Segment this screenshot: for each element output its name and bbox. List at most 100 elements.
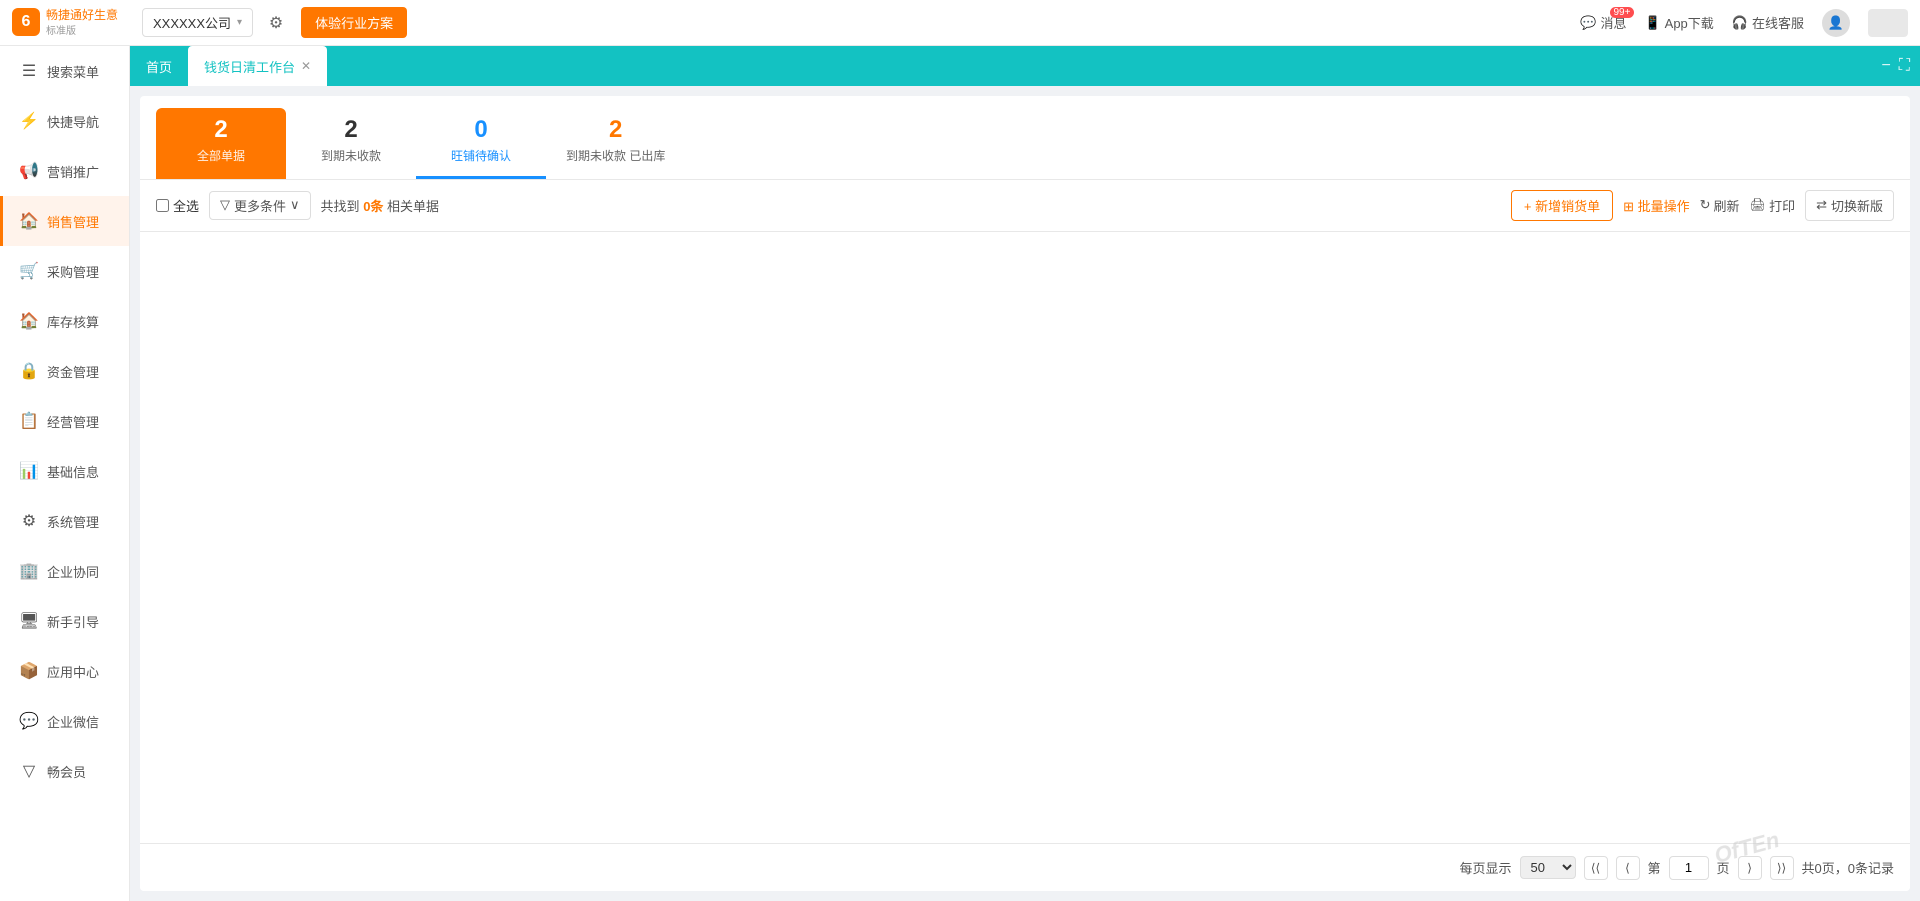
download-icon: 📱 [1644,15,1660,31]
tab-home[interactable]: 首页 [130,46,188,86]
company-name: XXXXXX公司 [153,13,231,32]
print-button[interactable]: 🖨 打印 [1750,196,1796,215]
app-download-label: App下载 [1665,13,1714,32]
stat-label-overdue-out: 到期未收款 已出库 [566,147,665,164]
sidebar-item-search[interactable]: ☰ 搜索菜单 [0,46,129,96]
sidebar-item-quicknav[interactable]: ⚡ 快捷导航 [0,96,129,146]
message-item[interactable]: 💬 消息 99+ [1580,13,1626,32]
page-size-select[interactable]: 50 10 20 100 [1520,856,1576,879]
select-all-checkbox[interactable]: 全选 [156,196,199,215]
found-suffix: 相关单据 [387,199,439,214]
sidebar-item-marketing[interactable]: 📢 营销推广 [0,146,129,196]
avatar[interactable]: 👤 [1822,9,1850,37]
page-next-button[interactable]: ⟩ [1738,856,1762,880]
refresh-label: 刷新 [1714,196,1740,215]
tab-bar: 首页 钱货日清工作台 ✕ − ⛶ [130,46,1920,86]
sidebar-item-system[interactable]: ⚙ 系统管理 [0,496,129,546]
tab-workbench[interactable]: 钱货日清工作台 ✕ [188,46,327,86]
sidebar-item-label: 搜索菜单 [47,62,99,81]
settings-button[interactable]: ⚙ [261,8,291,38]
page-total: 共0页，0条记录 [1802,858,1894,877]
stat-count-pending: 0 [436,116,526,145]
vip-icon: ▽ [19,761,39,781]
logo-area: 6 畅捷通好生意 标准版 [12,8,142,37]
tab-maximize-button[interactable]: ⛶ [1899,57,1910,75]
sidebar-item-label: 营销推广 [47,162,99,181]
sidebar-item-inventory[interactable]: 🏠 库存核算 [0,296,129,346]
page-label: 第 [1648,858,1661,877]
sidebar-item-label: 基础信息 [47,462,99,481]
sidebar-item-guide[interactable]: 🖥 新手引导 [0,596,129,646]
sidebar-item-wechat[interactable]: 💬 企业微信 [0,696,129,746]
sidebar-item-label: 销售管理 [47,212,99,231]
operations-icon: 📋 [19,411,39,431]
stat-tab-overdue[interactable]: 2 到期未收款 [286,108,416,179]
add-sale-button[interactable]: + 新增销货单 [1511,190,1613,221]
sidebar-item-label: 采购管理 [47,262,99,281]
found-count: 0条 [363,199,383,214]
sidebar-item-finance[interactable]: 🔒 资金管理 [0,346,129,396]
online-service-item[interactable]: 🎧 在线客服 [1732,13,1804,32]
app-name: 畅捷通好生意 [46,8,118,22]
switch-icon: ⇄ [1816,197,1827,213]
finance-icon: 🔒 [19,361,39,381]
app-edition: 标准版 [46,22,118,37]
tab-bar-actions: − ⛶ [1881,57,1920,75]
table-area [140,232,1910,843]
switch-version-button[interactable]: ⇄ 切换新版 [1805,190,1894,221]
stat-tab-all[interactable]: 2 全部单据 [156,108,286,179]
select-all-input[interactable] [156,199,169,212]
toolbar-right: + 新增销货单 ⊞ 批量操作 ↻ 刷新 🖨 打印 ⇄ 切换新版 [1511,190,1894,221]
chevron-down-icon: ▾ [237,17,242,28]
company-selector[interactable]: XXXXXX公司 ▾ [142,8,253,37]
sidebar: ☰ 搜索菜单 ⚡ 快捷导航 📢 营销推广 🏠 销售管理 🛒 采购管理 🏠 库存核… [0,46,130,901]
sidebar-item-basic[interactable]: 📊 基础信息 [0,446,129,496]
app-download-item[interactable]: 📱 App下载 [1644,13,1713,32]
batch-op-button[interactable]: ⊞ 批量操作 [1623,196,1690,215]
stat-tab-overdue-out[interactable]: 2 到期未收款 已出库 [546,108,685,179]
switch-label: 切换新版 [1831,196,1883,215]
sidebar-item-label: 企业微信 [47,712,99,731]
pagination-controls: 每页显示 50 10 20 100 ⟨⟨ ⟨ 第 页 ⟩ ⟩⟩ 共0页，0条记录 [1459,856,1894,880]
page-label-2: 页 [1717,858,1730,877]
sidebar-item-appstore[interactable]: 📦 应用中心 [0,646,129,696]
marketing-icon: 📢 [19,161,39,181]
page-first-button[interactable]: ⟨⟨ [1584,856,1608,880]
top-header: 6 畅捷通好生意 标准版 XXXXXX公司 ▾ ⚙ 体验行业方案 💬 消息 99… [0,0,1920,46]
pagination-bar: 每页显示 50 10 20 100 ⟨⟨ ⟨ 第 页 ⟩ ⟩⟩ 共0页，0条记录 [140,843,1910,891]
print-icon: 🖨 [1750,197,1767,213]
sidebar-item-label: 资金管理 [47,362,99,381]
page-input[interactable] [1669,856,1709,880]
sidebar-item-operations[interactable]: 📋 经营管理 [0,396,129,446]
refresh-button[interactable]: ↻ 刷新 [1700,196,1740,215]
filter-button[interactable]: ▽ 更多条件 ∨ [209,191,311,220]
tab-minimize-button[interactable]: − [1881,57,1890,75]
quicknav-icon: ⚡ [19,111,39,131]
page-last-button[interactable]: ⟩⟩ [1770,856,1794,880]
sidebar-item-enterprise[interactable]: 🏢 企业协同 [0,546,129,596]
sidebar-item-label: 经营管理 [47,412,99,431]
tab-workbench-label: 钱货日清工作台 [204,57,295,76]
sidebar-item-label: 企业协同 [47,562,99,581]
stats-tabs: 2 全部单据 2 到期未收款 0 旺铺待确认 2 到期未收款 已出库 [140,96,1910,180]
filter-chevron-icon: ∨ [290,197,300,213]
sidebar-item-sales[interactable]: 🏠 销售管理 [0,196,129,246]
tab-close-icon[interactable]: ✕ [301,59,311,73]
purchase-icon: 🛒 [19,261,39,281]
sidebar-item-label: 应用中心 [47,662,99,681]
sidebar-item-vip[interactable]: ▽ 畅会员 [0,746,129,796]
service-icon: 🎧 [1732,15,1748,31]
stat-tab-pending[interactable]: 0 旺铺待确认 [416,108,546,179]
enterprise-icon: 🏢 [19,561,39,581]
wechat-icon: 💬 [19,711,39,731]
stat-label-all: 全部单据 [176,147,266,164]
toolbar-left: 全选 ▽ 更多条件 ∨ 共找到 0条 相关单据 [156,191,439,220]
select-all-label: 全选 [173,196,199,215]
sidebar-item-purchase[interactable]: 🛒 采购管理 [0,246,129,296]
basic-icon: 📊 [19,461,39,481]
page-prev-button[interactable]: ⟨ [1616,856,1640,880]
stat-count-all: 2 [176,116,266,145]
header-right: 💬 消息 99+ 📱 App下载 🎧 在线客服 👤 [1580,9,1908,37]
trial-button[interactable]: 体验行业方案 [301,7,407,38]
message-badge: 99+ [1610,7,1635,18]
